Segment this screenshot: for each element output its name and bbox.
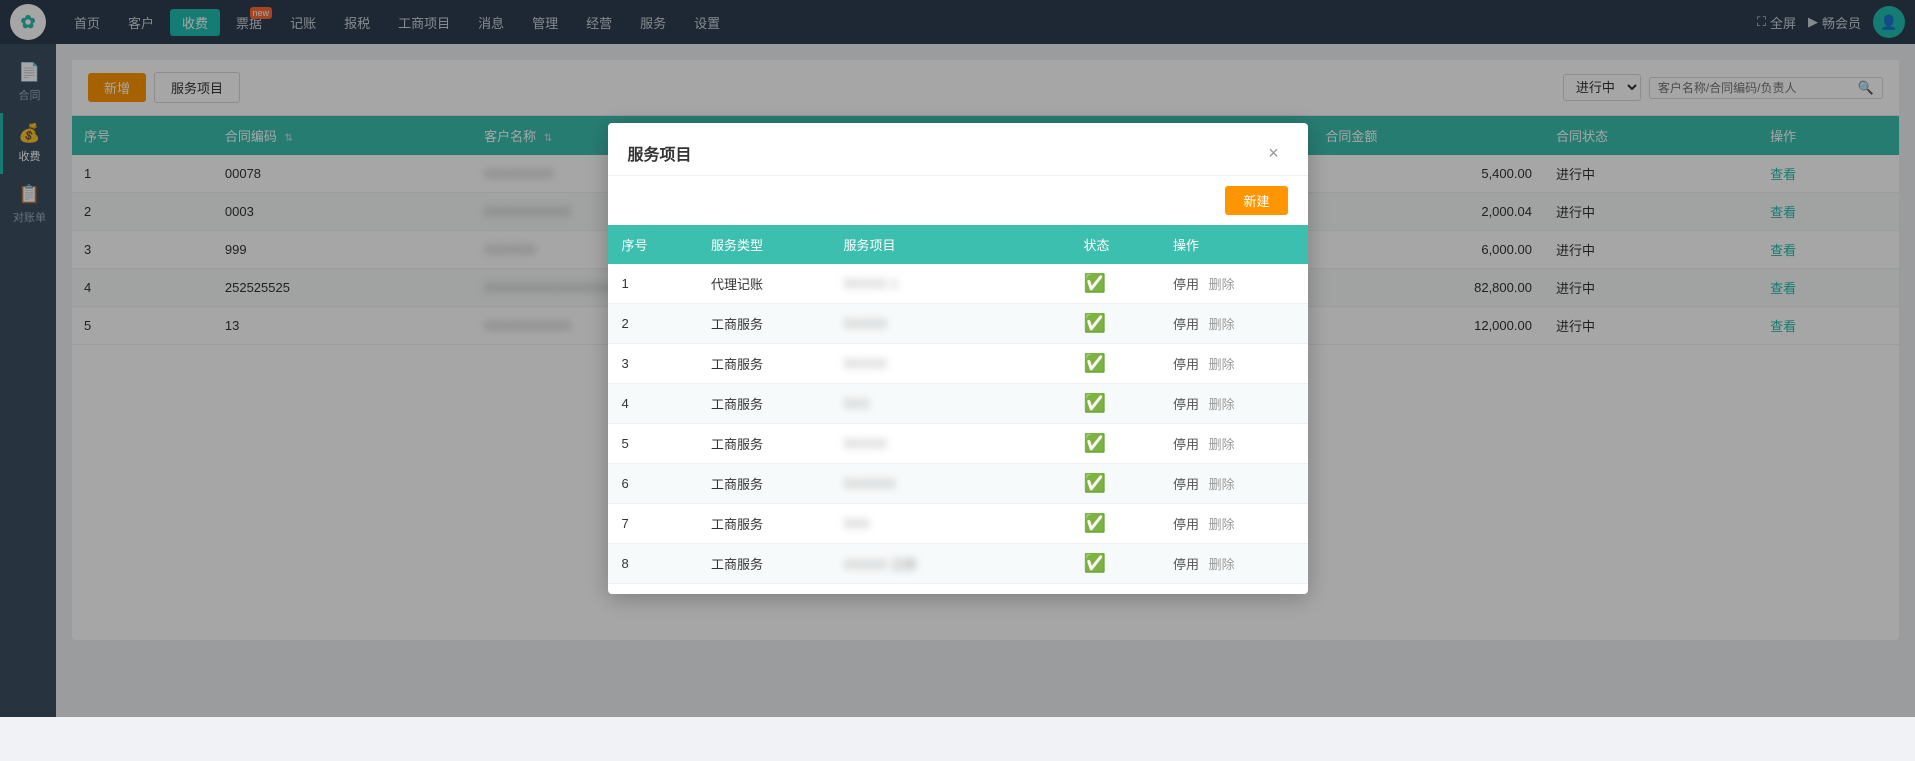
modal-table-row: 5 工商服务 XXXXX ✅ 停用 删除 (608, 424, 1308, 464)
modal-cell-action[interactable]: 停用 删除 (1159, 304, 1308, 344)
delete-button[interactable]: 删除 (1209, 277, 1235, 292)
delete-button[interactable]: 删除 (1209, 317, 1235, 332)
modal-header: 服务项目 × (608, 123, 1308, 176)
modal-title: 服务项目 (628, 141, 692, 165)
modal-cell-seq: 6 (608, 464, 697, 504)
delete-button[interactable]: 删除 (1209, 397, 1235, 412)
delete-button[interactable]: 删除 (1209, 477, 1235, 492)
stop-button[interactable]: 停用 (1173, 437, 1199, 452)
service-items-modal: 服务项目 × 新建 序号 服务类型 服务项目 状态 操作 (608, 123, 1308, 594)
modal-cell-type: 工商服务 (697, 384, 830, 424)
modal-cell-seq: 7 (608, 504, 697, 544)
modal-cell-seq: 3 (608, 344, 697, 384)
modal-cell-item: XXXXX (830, 304, 1070, 344)
modal-body: 序号 服务类型 服务项目 状态 操作 1 代理记账 XXXXX 1 ✅ 停用 删… (608, 225, 1308, 594)
stop-button[interactable]: 停用 (1173, 277, 1199, 292)
modal-cell-item: XXXXX 注册 (830, 544, 1070, 584)
modal-cell-action[interactable]: 停用 删除 (1159, 264, 1308, 304)
modal-table-row: 4 工商服务 XXX ✅ 停用 删除 (608, 384, 1308, 424)
status-check-icon: ✅ (1084, 313, 1106, 333)
stop-button[interactable]: 停用 (1173, 317, 1199, 332)
stop-button[interactable]: 停用 (1173, 517, 1199, 532)
modal-cell-status: ✅ (1070, 544, 1159, 584)
modal-close-button[interactable]: × (1260, 139, 1288, 167)
modal-cell-status: ✅ (1070, 504, 1159, 544)
modal-cell-type: 工商服务 (697, 424, 830, 464)
delete-button[interactable]: 删除 (1209, 437, 1235, 452)
modal-cell-item: XXX (830, 384, 1070, 424)
modal-cell-action[interactable]: 停用 删除 (1159, 464, 1308, 504)
modal-cell-status: ✅ (1070, 464, 1159, 504)
stop-button[interactable]: 停用 (1173, 557, 1199, 572)
modal-cell-type: 工商服务 (697, 544, 830, 584)
modal-cell-seq: 5 (608, 424, 697, 464)
modal-cell-item: XXXXX (830, 424, 1070, 464)
modal-cell-type: 代理记账 (697, 264, 830, 304)
modal-cell-item: XXXXXX (830, 464, 1070, 504)
modal-cell-seq: 4 (608, 384, 697, 424)
status-check-icon: ✅ (1084, 433, 1106, 453)
modal-cell-seq: 8 (608, 544, 697, 584)
modal-col-seq: 序号 (608, 225, 697, 264)
modal-cell-status: ✅ (1070, 344, 1159, 384)
delete-button[interactable]: 删除 (1209, 357, 1235, 372)
status-check-icon: ✅ (1084, 513, 1106, 533)
modal-table-row: 2 工商服务 XXXXX ✅ 停用 删除 (608, 304, 1308, 344)
modal-cell-type: 工商服务 (697, 344, 830, 384)
modal-overlay[interactable]: 服务项目 × 新建 序号 服务类型 服务项目 状态 操作 (0, 0, 1915, 717)
modal-cell-type: 工商服务 (697, 304, 830, 344)
modal-cell-type: 工商服务 (697, 504, 830, 544)
delete-button[interactable]: 删除 (1209, 517, 1235, 532)
modal-cell-action[interactable]: 停用 删除 (1159, 344, 1308, 384)
status-check-icon: ✅ (1084, 353, 1106, 373)
delete-button[interactable]: 删除 (1209, 557, 1235, 572)
stop-button[interactable]: 停用 (1173, 357, 1199, 372)
status-check-icon: ✅ (1084, 553, 1106, 573)
status-check-icon: ✅ (1084, 273, 1106, 293)
status-check-icon: ✅ (1084, 473, 1106, 493)
modal-table-row: 1 代理记账 XXXXX 1 ✅ 停用 删除 (608, 264, 1308, 304)
modal-table: 序号 服务类型 服务项目 状态 操作 1 代理记账 XXXXX 1 ✅ 停用 删… (608, 225, 1308, 584)
modal-col-status: 状态 (1070, 225, 1159, 264)
status-check-icon: ✅ (1084, 393, 1106, 413)
modal-cell-status: ✅ (1070, 384, 1159, 424)
modal-cell-action[interactable]: 停用 删除 (1159, 424, 1308, 464)
modal-table-row: 7 工商服务 XXX ✅ 停用 删除 (608, 504, 1308, 544)
modal-cell-seq: 2 (608, 304, 697, 344)
modal-cell-item: XXX (830, 504, 1070, 544)
modal-table-body: 1 代理记账 XXXXX 1 ✅ 停用 删除 2 工商服务 XXXXX ✅ 停用… (608, 264, 1308, 584)
modal-header-row: 序号 服务类型 服务项目 状态 操作 (608, 225, 1308, 264)
modal-toolbar: 新建 (608, 176, 1308, 225)
stop-button[interactable]: 停用 (1173, 397, 1199, 412)
modal-cell-seq: 1 (608, 264, 697, 304)
modal-table-row: 3 工商服务 XXXXX ✅ 停用 删除 (608, 344, 1308, 384)
modal-table-row: 8 工商服务 XXXXX 注册 ✅ 停用 删除 (608, 544, 1308, 584)
modal-cell-item: XXXXX 1 (830, 264, 1070, 304)
modal-cell-action[interactable]: 停用 删除 (1159, 544, 1308, 584)
modal-cell-status: ✅ (1070, 264, 1159, 304)
modal-cell-action[interactable]: 停用 删除 (1159, 504, 1308, 544)
modal-cell-type: 工商服务 (697, 464, 830, 504)
modal-col-action: 操作 (1159, 225, 1308, 264)
modal-table-row: 6 工商服务 XXXXXX ✅ 停用 删除 (608, 464, 1308, 504)
modal-cell-status: ✅ (1070, 304, 1159, 344)
modal-cell-action[interactable]: 停用 删除 (1159, 384, 1308, 424)
stop-button[interactable]: 停用 (1173, 477, 1199, 492)
modal-col-type: 服务类型 (697, 225, 830, 264)
modal-col-item: 服务项目 (830, 225, 1070, 264)
modal-cell-status: ✅ (1070, 424, 1159, 464)
modal-new-button[interactable]: 新建 (1225, 186, 1287, 215)
modal-cell-item: XXXXX (830, 344, 1070, 384)
